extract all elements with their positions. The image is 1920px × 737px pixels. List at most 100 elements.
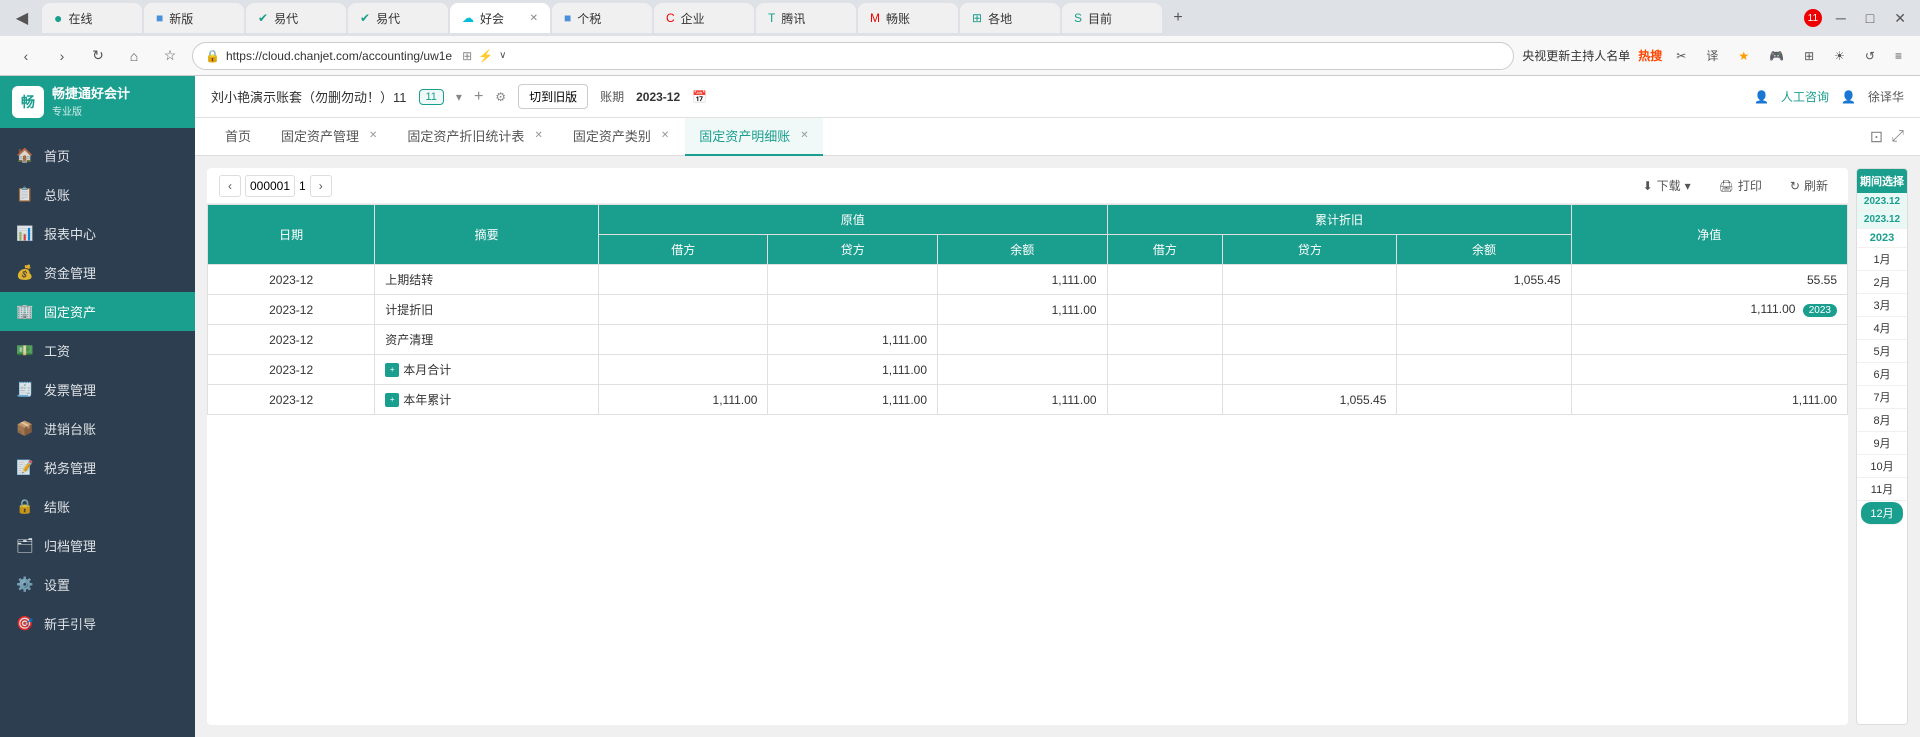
table-area: ‹ 1 › ⬇ 下载 ▾ 🖨	[207, 168, 1848, 725]
table-scroll[interactable]: 日期 摘要 原值 累计折旧 净值 借方 贷方 余额 借方	[207, 204, 1848, 725]
sidebar-item-settings[interactable]: ⚙️ 设置	[0, 565, 195, 604]
sidebar-item-fixed-assets[interactable]: 🏢 固定资产	[0, 292, 195, 331]
grid-icon[interactable]: ⊞	[1798, 47, 1820, 65]
page-tab-fa-detail[interactable]: 固定资产明细账 ✕	[685, 118, 822, 156]
cell-accum-balance-1: 1,055.45	[1397, 265, 1571, 295]
sidebar-item-funds[interactable]: 💰 资金管理	[0, 253, 195, 292]
sidebar-item-reports[interactable]: 📊 报表中心	[0, 214, 195, 253]
fixed-assets-table: 日期 摘要 原值 累计折旧 净值 借方 贷方 余额 借方	[207, 204, 1848, 415]
tab-个税[interactable]: ■ 个税	[552, 3, 652, 33]
sidebar-item-home[interactable]: 🏠 首页	[0, 136, 195, 175]
sidebar-item-inventory[interactable]: 📦 进销台账	[0, 409, 195, 448]
sidebar-item-ledger[interactable]: 📋 总账	[0, 175, 195, 214]
download-btn[interactable]: ⬇ 下载 ▾	[1635, 174, 1699, 197]
close-tab-fa-cat[interactable]: ✕	[661, 130, 669, 141]
star-icon[interactable]: ★	[1732, 47, 1755, 65]
inventory-icon: 📦	[16, 420, 34, 438]
cell-accum-credit-4	[1223, 355, 1397, 385]
page-code-input[interactable]	[245, 175, 295, 197]
tab-在线[interactable]: ● 在线	[42, 3, 142, 33]
scissor-icon[interactable]: ✂	[1670, 47, 1692, 65]
tab-腾讯[interactable]: T 腾讯	[756, 3, 856, 33]
tab-好会[interactable]: ☁ 好会 ✕	[450, 3, 550, 33]
back-btn[interactable]: ‹	[12, 42, 40, 70]
sidebar-item-tax[interactable]: 📝 税务管理	[0, 448, 195, 487]
window-close-btn[interactable]: ✕	[1888, 10, 1912, 27]
page-tab-home[interactable]: 首页	[211, 118, 265, 156]
period-month-7[interactable]: 7月	[1857, 386, 1907, 409]
print-btn[interactable]: 🖨 打印	[1711, 174, 1770, 197]
expand-account-btn[interactable]: ▾	[456, 90, 462, 104]
page-tab-fa-dep-label: 固定资产折旧统计表	[407, 126, 524, 145]
home-btn[interactable]: ⌂	[120, 42, 148, 70]
address-text: https://cloud.chanjet.com/accounting/uw1…	[226, 49, 452, 63]
period-month-3[interactable]: 3月	[1857, 294, 1907, 317]
close-tab-fa-detail[interactable]: ✕	[800, 130, 808, 141]
sidebar-item-closing[interactable]: 🔒 结账	[0, 487, 195, 526]
game-icon[interactable]: 🎮	[1763, 47, 1790, 65]
sidebar-item-payroll[interactable]: 💵 工资	[0, 331, 195, 370]
period-month-8[interactable]: 8月	[1857, 409, 1907, 432]
sidebar-label-settings: 设置	[44, 575, 70, 594]
fullscreen-icon[interactable]: ⤢	[1891, 128, 1904, 146]
close-tab-fa-mgmt[interactable]: ✕	[369, 130, 377, 141]
switch-version-btn[interactable]: 切到旧版	[518, 84, 588, 109]
brightness-icon[interactable]: ☀	[1828, 47, 1851, 65]
summary-text-4: 本月合计	[403, 361, 451, 378]
period-month-12[interactable]: 12月	[1861, 502, 1903, 525]
page-tab-fa-depreciation[interactable]: 固定资产折旧统计表 ✕	[393, 118, 556, 156]
sidebar-nav: 🏠 首页 📋 总账 📊 报表中心 💰 资金管理 🏢 固定资产 💵 工资	[0, 128, 195, 737]
refresh-btn[interactable]: ↻ 刷新	[1782, 174, 1836, 197]
payroll-icon: 💵	[16, 342, 34, 360]
menu-icon[interactable]: ≡	[1889, 47, 1908, 65]
cell-summary-2: 计提折旧	[375, 295, 599, 325]
sidebar-item-invoices[interactable]: 🧾 发票管理	[0, 370, 195, 409]
sidebar-item-guide[interactable]: 🎯 新手引导	[0, 604, 195, 643]
period-month-4[interactable]: 4月	[1857, 317, 1907, 340]
next-page-btn[interactable]: ›	[310, 175, 332, 197]
period-year-2023[interactable]: 2023	[1857, 229, 1907, 248]
cell-orig-debit-3	[598, 325, 768, 355]
cell-accum-debit-2	[1107, 295, 1223, 325]
tab-各地[interactable]: ⊞ 各地	[960, 3, 1060, 33]
tab-畅账[interactable]: M 畅账	[858, 3, 958, 33]
tab-新版[interactable]: ■ 新版	[144, 3, 244, 33]
reload-btn[interactable]: ↻	[84, 42, 112, 70]
translate-icon[interactable]: 译	[1700, 45, 1724, 66]
window-minimize-btn[interactable]: ─	[1830, 10, 1852, 26]
sidebar-item-archive[interactable]: 🗂 归档管理	[0, 526, 195, 565]
period-month-9[interactable]: 9月	[1857, 432, 1907, 455]
period-month-6[interactable]: 6月	[1857, 363, 1907, 386]
page-tab-fa-mgmt[interactable]: 固定资产管理 ✕	[267, 118, 391, 156]
forward-btn[interactable]: ›	[48, 42, 76, 70]
period-month-10[interactable]: 10月	[1857, 455, 1907, 478]
new-tab-btn[interactable]: +	[1164, 4, 1192, 32]
settings-btn[interactable]: ⚙	[495, 90, 506, 104]
sidebar-label-tax: 税务管理	[44, 458, 96, 477]
cell-date-1: 2023-12	[208, 265, 375, 295]
add-account-btn[interactable]: +	[474, 88, 483, 106]
bookmark-btn[interactable]: ☆	[156, 42, 184, 70]
tab-目前[interactable]: S 目前	[1062, 3, 1162, 33]
prev-page-btn[interactable]: ‹	[219, 175, 241, 197]
window-maximize-btn[interactable]: □	[1860, 10, 1880, 26]
period-month-11[interactable]: 11月	[1857, 478, 1907, 501]
tab-易代1[interactable]: ✔ 易代	[246, 3, 346, 33]
period-month-5[interactable]: 5月	[1857, 340, 1907, 363]
cell-orig-credit-1	[768, 265, 938, 295]
tab-易代2[interactable]: ✔ 易代	[348, 3, 448, 33]
period-month-2[interactable]: 2月	[1857, 271, 1907, 294]
page-tab-fa-category[interactable]: 固定资产类别 ✕	[559, 118, 683, 156]
customer-service-label[interactable]: 人工咨询	[1781, 88, 1829, 105]
undo-icon[interactable]: ↺	[1859, 47, 1881, 65]
period-value: 2023-12	[636, 90, 680, 104]
tab-企业[interactable]: C 企业	[654, 3, 754, 33]
collapse-icon[interactable]: ⊡	[1870, 127, 1883, 147]
tab-close-好会[interactable]: ✕	[530, 13, 538, 24]
period-month-1[interactable]: 1月	[1857, 248, 1907, 271]
address-field[interactable]: 🔒 https://cloud.chanjet.com/accounting/u…	[192, 42, 1514, 70]
page-number: 1	[245, 175, 306, 197]
close-tab-fa-dep[interactable]: ✕	[534, 130, 542, 141]
browser-back-btn[interactable]: ◀	[8, 4, 36, 32]
calendar-icon[interactable]: 📅	[692, 90, 707, 104]
